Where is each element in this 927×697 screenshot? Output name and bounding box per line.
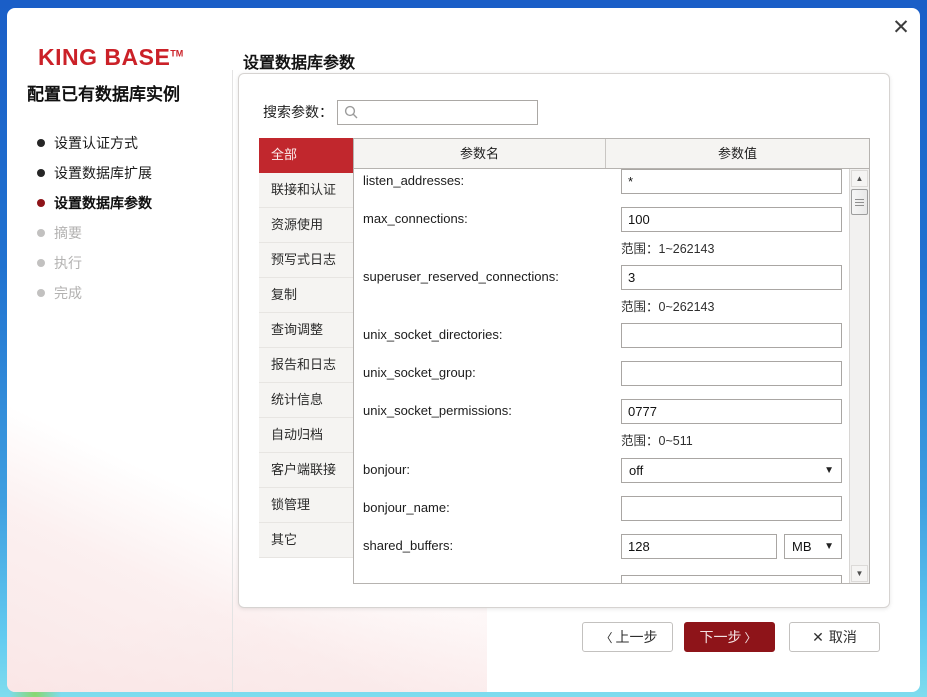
wizard-steps: 设置认证方式 设置数据库扩展 设置数据库参数 摘要 执行 完成	[37, 134, 152, 314]
scroll-up-icon[interactable]: ▲	[851, 170, 868, 187]
logo-trademark: TM	[170, 48, 184, 59]
param-value-input[interactable]	[621, 496, 842, 521]
param-value-input[interactable]	[621, 207, 842, 232]
step-summary: 摘要	[37, 224, 152, 241]
scrollbar-grip-icon	[855, 199, 864, 207]
scroll-down-icon[interactable]: ▼	[851, 565, 868, 582]
step-label: 执行	[54, 254, 82, 271]
table-header: 参数名 参数值	[354, 139, 869, 169]
tab-all[interactable]: 全部	[259, 138, 353, 173]
param-unit-select[interactable]: MB ▼	[784, 534, 842, 559]
search-label: 搜索参数：	[263, 104, 333, 120]
sidebar: KING BASETM 配置已有数据库实例 设置认证方式 设置数据库扩展 设置数…	[7, 8, 232, 692]
param-name: unix_socket_permissions:	[363, 403, 512, 418]
param-name: unix_socket_directories:	[363, 327, 503, 342]
app-frame: ✕ KING BASETM 配置已有数据库实例 设置认证方式 设置数据库扩展 设…	[0, 0, 927, 697]
tab-replication[interactable]: 复制	[259, 278, 353, 313]
scrollbar-thumb[interactable]	[851, 189, 868, 215]
search-box[interactable]	[337, 99, 538, 125]
param-name: listen_addresses:	[363, 173, 465, 188]
param-value-input[interactable]	[621, 361, 842, 386]
close-icon[interactable]: ✕	[887, 14, 915, 42]
previous-label: 上一步	[615, 629, 658, 645]
column-header-value: 参数值	[717, 146, 757, 161]
cancel-button[interactable]: ✕ 取消	[789, 622, 880, 652]
table-body: listen_addresses: max_connections: 范围：1~…	[354, 169, 849, 583]
next-label: 下一步	[699, 629, 742, 645]
tab-query-tuning[interactable]: 查询调整	[259, 313, 353, 348]
chevron-left-icon: 〈	[600, 631, 613, 645]
logo-text: KING BASE	[38, 44, 171, 70]
param-name: shared_buffers:	[363, 538, 454, 553]
step-bullet-icon	[37, 198, 45, 207]
param-name: superuser_reserved_connections:	[363, 269, 559, 284]
step-auth-method: 设置认证方式	[37, 134, 152, 151]
tab-connection-auth[interactable]: 联接和认证	[259, 173, 353, 208]
page-title: 设置数据库参数	[243, 54, 356, 72]
wizard-title: 配置已有数据库实例	[27, 85, 180, 104]
search-icon	[344, 105, 358, 119]
cancel-x-icon: ✕	[812, 629, 824, 645]
step-label: 设置数据库参数	[54, 194, 152, 211]
tab-statistics[interactable]: 统计信息	[259, 383, 353, 418]
param-name: max_connections:	[363, 211, 468, 226]
chevron-down-icon: ▼	[824, 541, 834, 552]
param-name: bonjour_name:	[363, 500, 450, 515]
category-tabs: 全部 联接和认证 资源使用 预写式日志 复制 查询调整 报告和日志 统计信息 自…	[259, 138, 353, 558]
search-input[interactable]	[358, 100, 537, 124]
step-bullet-icon	[37, 228, 45, 237]
step-bullet-icon	[37, 288, 45, 297]
tab-wal[interactable]: 预写式日志	[259, 243, 353, 278]
step-db-parameters-current: 设置数据库参数	[37, 194, 152, 211]
sidebar-divider	[232, 70, 233, 692]
select-value: off	[629, 463, 644, 478]
parameter-table: 参数名 参数值 listen_addresses: max_connection…	[353, 138, 870, 584]
param-value-input[interactable]	[621, 399, 842, 424]
tab-lock-management[interactable]: 锁管理	[259, 488, 353, 523]
step-label: 完成	[54, 284, 82, 301]
select-value: MB	[792, 539, 812, 554]
param-value-input[interactable]	[621, 169, 842, 194]
kingbase-logo: KING BASETM	[38, 44, 183, 71]
param-range: 范围：0~511	[621, 434, 693, 448]
param-value-select[interactable]: off ▼	[621, 458, 842, 483]
parameters-panel: 搜索参数： 全部 联接和认证 资源使用 预写式日志 复制 查询调整 报告和日志 …	[238, 73, 890, 608]
step-label: 设置认证方式	[54, 134, 138, 151]
tab-reporting-logging[interactable]: 报告和日志	[259, 348, 353, 383]
tab-client-connection[interactable]: 客户端联接	[259, 453, 353, 488]
param-name: bonjour:	[363, 462, 410, 477]
step-finish: 完成	[37, 284, 152, 301]
tab-other[interactable]: 其它	[259, 523, 353, 558]
search-row: 搜索参数：	[263, 99, 538, 125]
param-value-input[interactable]	[621, 323, 842, 348]
cancel-label: 取消	[828, 629, 857, 645]
tab-auto-archive[interactable]: 自动归档	[259, 418, 353, 453]
wizard-window: ✕ KING BASETM 配置已有数据库实例 设置认证方式 设置数据库扩展 设…	[7, 8, 920, 692]
param-name: unix_socket_group:	[363, 365, 476, 380]
param-range: 范围：0~262143	[621, 300, 715, 314]
param-range: 范围：1~262143	[621, 242, 715, 256]
chevron-down-icon: ▼	[824, 465, 834, 476]
previous-step-button[interactable]: 〈上一步	[582, 622, 673, 652]
step-db-extension: 设置数据库扩展	[37, 164, 152, 181]
column-header-name: 参数名	[354, 139, 606, 168]
param-value-input[interactable]	[621, 265, 842, 290]
step-label: 摘要	[54, 224, 82, 241]
clipped-next-row	[621, 575, 842, 583]
vertical-scrollbar[interactable]: ▲ ▼	[849, 169, 869, 583]
step-execute: 执行	[37, 254, 152, 271]
step-label: 设置数据库扩展	[54, 164, 152, 181]
tab-resource-usage[interactable]: 资源使用	[259, 208, 353, 243]
parameter-area: 全部 联接和认证 资源使用 预写式日志 复制 查询调整 报告和日志 统计信息 自…	[259, 138, 870, 584]
step-bullet-icon	[37, 168, 45, 177]
step-bullet-icon	[37, 138, 45, 147]
step-bullet-icon	[37, 258, 45, 267]
next-step-button[interactable]: 下一步〉	[684, 622, 775, 652]
param-value-input[interactable]	[621, 534, 777, 559]
chevron-right-icon: 〉	[744, 631, 757, 645]
